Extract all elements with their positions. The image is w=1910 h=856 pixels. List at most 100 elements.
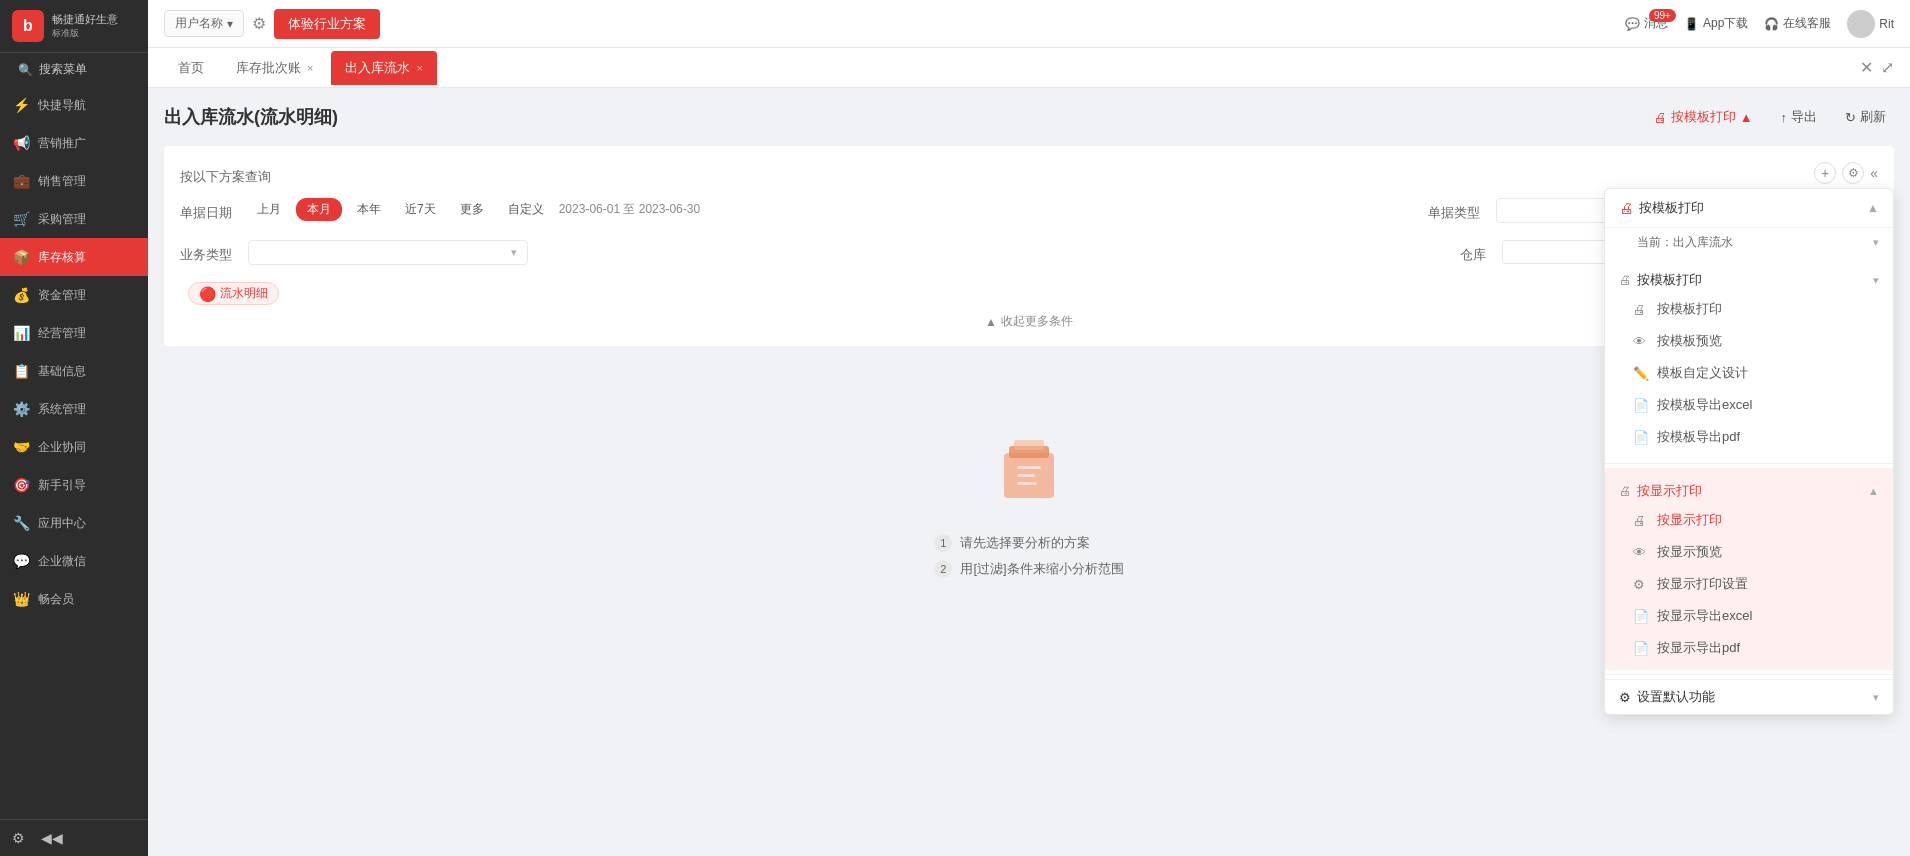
business-type-select[interactable]: ▾	[248, 240, 528, 265]
empty-step-2: 2 用[过滤]条件来缩小分析范围	[934, 560, 1123, 578]
date-btn-more[interactable]: 更多	[451, 198, 493, 221]
template-preview-label: 按模板预览	[1657, 332, 1722, 350]
guide-icon: 🎯	[12, 476, 30, 494]
sidebar-item-label: 企业协同	[38, 439, 86, 456]
dropdown-display-arrow: ▲	[1868, 485, 1879, 497]
dropdown-template-label: 按模板打印	[1637, 271, 1702, 289]
dropdown-item-template-print[interactable]: 🖨 按模板打印	[1605, 293, 1893, 325]
dropdown-item-display-settings[interactable]: ⚙ 按显示打印设置	[1605, 568, 1893, 600]
export-btn[interactable]: ↑ 导出	[1773, 104, 1826, 130]
dropdown-item-template-pdf[interactable]: 📄 按模板导出pdf	[1605, 421, 1893, 453]
display-print-label: 按显示打印	[1657, 511, 1722, 529]
display-pdf-icon: 📄	[1633, 641, 1649, 656]
sidebar-item-basic[interactable]: 📋 基础信息	[0, 352, 148, 390]
template-pdf-label: 按模板导出pdf	[1657, 428, 1740, 446]
dropdown-item-display-print[interactable]: 🖨 按显示打印	[1605, 504, 1893, 536]
tab-home[interactable]: 首页	[164, 51, 218, 85]
filter-tag-flow[interactable]: 🔴 流水明细	[188, 282, 279, 305]
system-icon: ⚙️	[12, 400, 30, 418]
dropdown-item-display-preview[interactable]: 👁 按显示预览	[1605, 536, 1893, 568]
expand-window-btn[interactable]: ⤢	[1881, 58, 1894, 77]
display-settings-icon: ⚙	[1633, 577, 1649, 592]
dropdown-item-template-preview[interactable]: 👁 按模板预览	[1605, 325, 1893, 357]
dropdown-display-header: 🖨 按显示打印 ▲	[1605, 474, 1893, 504]
dropdown-item-display-excel[interactable]: 📄 按显示导出excel	[1605, 600, 1893, 632]
display-excel-icon: 📄	[1633, 609, 1649, 624]
sidebar-item-label: 应用中心	[38, 515, 86, 532]
date-btn-custom[interactable]: 自定义	[499, 198, 553, 221]
tab-inventory-batch[interactable]: 库存批次账 ×	[222, 51, 327, 85]
svg-rect-5	[1017, 482, 1037, 485]
filter-add-btn[interactable]: +	[1814, 162, 1836, 184]
template-design-label: 模板自定义设计	[1657, 364, 1748, 382]
sidebar-item-marketing[interactable]: 📢 营销推广	[0, 124, 148, 162]
sidebar-item-system[interactable]: ⚙️ 系统管理	[0, 390, 148, 428]
topbar-left: 用户名称 ▾ ⚙ 体验行业方案	[164, 9, 1613, 39]
sidebar-item-operations[interactable]: 📊 经营管理	[0, 314, 148, 352]
print-btn[interactable]: 🖨 按模板打印 ▲	[1646, 104, 1761, 130]
sidebar-item-member[interactable]: 👑 畅会员	[0, 580, 148, 618]
sidebar-item-purchase[interactable]: 🛒 采购管理	[0, 200, 148, 238]
user-avatar-btn[interactable]: Rit	[1847, 10, 1894, 38]
collapse-sidebar-btn[interactable]: ◀◀	[41, 830, 63, 846]
export-icon: ↑	[1781, 110, 1788, 125]
dropdown-display-title: 🖨 按显示打印	[1619, 482, 1702, 500]
sidebar-item-finance[interactable]: 💰 资金管理	[0, 276, 148, 314]
user-selector[interactable]: 用户名称 ▾	[164, 10, 244, 37]
sidebar-item-cooperation[interactable]: 🤝 企业协同	[0, 428, 148, 466]
sidebar-item-wechat[interactable]: 💬 企业微信	[0, 542, 148, 580]
dropdown-current-arrow: ▾	[1873, 236, 1879, 249]
dropdown-current-label: 当前：出入库流水	[1637, 234, 1733, 251]
date-btn-this-year[interactable]: 本年	[348, 198, 390, 221]
sidebar-item-guide[interactable]: 🎯 新手引导	[0, 466, 148, 504]
sidebar-item-quick-nav[interactable]: ⚡ 快捷导航	[0, 86, 148, 124]
date-btn-this-month[interactable]: 本月	[296, 198, 342, 221]
date-btn-7days[interactable]: 近7天	[396, 198, 445, 221]
sidebar-item-app-center[interactable]: 🔧 应用中心	[0, 504, 148, 542]
refresh-label: 刷新	[1860, 108, 1886, 126]
tab-inventory-batch-close[interactable]: ×	[307, 62, 313, 74]
print-label: 按模板打印	[1671, 108, 1736, 126]
sidebar-item-sales[interactable]: 💼 销售管理	[0, 162, 148, 200]
dropdown-template-arrow: ▾	[1873, 274, 1879, 287]
headset-icon: 🎧	[1764, 17, 1779, 31]
type-filter-label: 单据类型	[1428, 204, 1480, 222]
customer-service-btn[interactable]: 🎧 在线客服	[1764, 15, 1831, 32]
dropdown-item-template-excel[interactable]: 📄 按模板导出excel	[1605, 389, 1893, 421]
date-btn-last-month[interactable]: 上月	[248, 198, 290, 221]
dropdown-item-display-pdf[interactable]: 📄 按显示导出pdf	[1605, 632, 1893, 664]
sidebar-item-inventory[interactable]: 📦 库存核算	[0, 238, 148, 276]
trial-button[interactable]: 体验行业方案	[274, 9, 380, 39]
collapse-btn-label: 收起更多条件	[1001, 313, 1073, 330]
date-range-text: 2023-06-01 至 2023-06-30	[559, 201, 700, 218]
search-icon: 🔍	[18, 63, 33, 77]
message-icon: 💬	[1625, 17, 1640, 31]
print-title-icon: 🖨	[1619, 200, 1633, 216]
settings-bottom-btn[interactable]: ⚙	[12, 830, 25, 846]
dropdown-item-template-design[interactable]: ✏️ 模板自定义设计	[1605, 357, 1893, 389]
dropdown-collapse-btn[interactable]: ▲	[1867, 201, 1879, 215]
filter-row-top: 按以下方案查询 + ⚙ «	[180, 162, 1878, 186]
sidebar-search[interactable]: 🔍 搜索菜单	[0, 53, 148, 86]
app-center-icon: 🔧	[12, 514, 30, 532]
dropdown-display-section: 🖨 按显示打印 ▲ 🖨 按显示打印 👁 按显示预览 ⚙ 按显示打印设置	[1605, 468, 1893, 670]
filter-collapse-btn[interactable]: «	[1870, 165, 1878, 181]
sidebar-item-label: 基础信息	[38, 363, 86, 380]
topbar-gear-icon[interactable]: ⚙	[252, 14, 266, 33]
close-window-btn[interactable]: ✕	[1860, 58, 1873, 77]
template-excel-icon: 📄	[1633, 398, 1649, 413]
chevron-up-icon: ▲	[985, 315, 997, 329]
page-content: 出入库流水(流水明细) 🖨 按模板打印 ▲ ↑ 导出 ↻ 刷新	[148, 88, 1910, 856]
app-download-btn[interactable]: 📱 App下载	[1684, 15, 1748, 32]
dropdown-settings-default[interactable]: ⚙ 设置默认功能 ▾	[1605, 679, 1893, 714]
tab-flow[interactable]: 出入库流水 ×	[331, 51, 436, 85]
dropdown-title-text: 按模板打印	[1639, 199, 1704, 217]
message-btn[interactable]: 💬 消息 99+	[1625, 15, 1668, 32]
dropdown-panel: 🖨 按模板打印 ▲ 当前：出入库流水 ▾ 🖨 按模板打印 ▾	[1604, 188, 1894, 715]
tab-flow-close[interactable]: ×	[416, 62, 422, 74]
filter-setting-btn[interactable]: ⚙	[1842, 162, 1864, 184]
svg-rect-3	[1017, 466, 1041, 469]
finance-icon: 💰	[12, 286, 30, 304]
sidebar-item-label: 畅会员	[38, 591, 74, 608]
refresh-btn[interactable]: ↻ 刷新	[1837, 104, 1894, 130]
